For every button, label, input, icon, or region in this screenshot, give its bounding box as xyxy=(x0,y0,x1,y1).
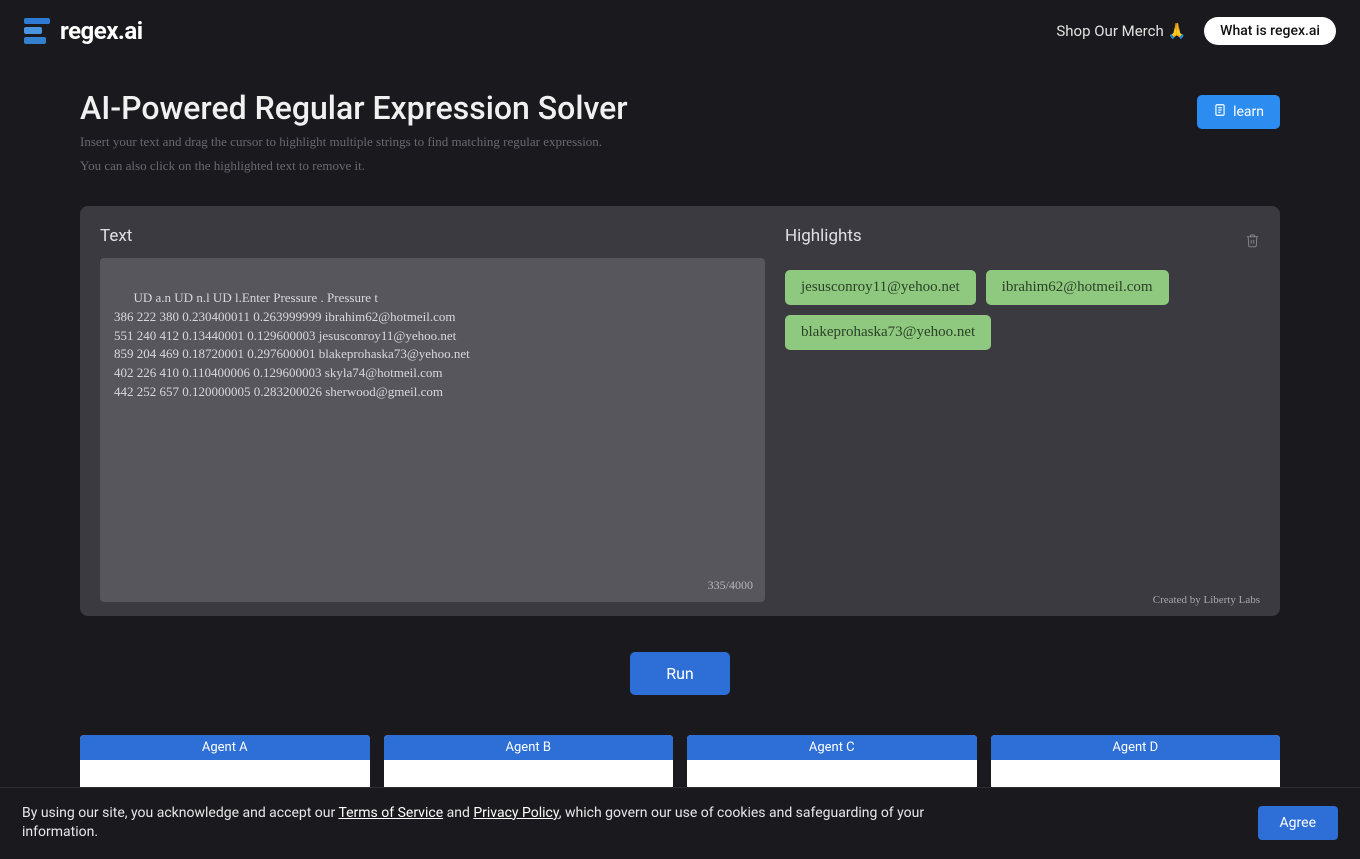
highlight-chip[interactable]: jesusconroy11@yehoo.net xyxy=(785,270,976,305)
text-label: Text xyxy=(100,226,765,246)
highlights-label: Highlights xyxy=(785,226,862,246)
what-is-button[interactable]: What is regex.ai xyxy=(1204,17,1336,45)
workspace-panel: Text UD a.n UD n.l UD l.Enter Pressure .… xyxy=(80,206,1280,616)
credit-text: Created by Liberty Labs xyxy=(1153,594,1260,606)
tos-link[interactable]: Terms of Service xyxy=(338,805,443,821)
agent-card-title: Agent A xyxy=(80,735,370,760)
page-title: AI-Powered Regular Expression Solver xyxy=(80,89,628,127)
hero-section: AI-Powered Regular Expression Solver Ins… xyxy=(0,61,1360,186)
cookie-prefix: By using our site, you acknowledge and a… xyxy=(22,805,338,821)
highlights-column: Highlights jesusconroy11@yehoo.net ibrah… xyxy=(785,226,1260,602)
highlight-chip[interactable]: ibrahim62@hotmeil.com xyxy=(986,270,1169,305)
agent-card-title: Agent B xyxy=(384,735,674,760)
agent-card-title: Agent D xyxy=(991,735,1281,760)
highlights-list: jesusconroy11@yehoo.net ibrahim62@hotmei… xyxy=(785,270,1260,350)
cookie-and: and xyxy=(443,805,473,821)
page-subtitle-line1: Insert your text and drag the cursor to … xyxy=(80,133,628,151)
agent-card-title: Agent C xyxy=(687,735,977,760)
cookie-text: By using our site, you acknowledge and a… xyxy=(22,804,942,843)
brand-logo[interactable]: regex.ai xyxy=(24,17,143,45)
char-counter: 335/4000 xyxy=(708,577,753,594)
trash-icon xyxy=(1245,232,1260,249)
document-icon xyxy=(1213,103,1227,121)
learn-button[interactable]: learn xyxy=(1197,95,1280,129)
hero-copy: AI-Powered Regular Expression Solver Ins… xyxy=(80,89,628,174)
clear-highlights-button[interactable] xyxy=(1245,232,1260,253)
text-input-content: UD a.n UD n.l UD l.Enter Pressure . Pres… xyxy=(114,290,470,399)
header-right: Shop Our Merch 🙏 What is regex.ai xyxy=(1056,17,1336,45)
agree-button[interactable]: Agree xyxy=(1258,806,1338,840)
shop-merch-link[interactable]: Shop Our Merch 🙏 xyxy=(1056,22,1186,40)
page-subtitle-line2: You can also click on the highlighted te… xyxy=(80,157,628,175)
learn-button-label: learn xyxy=(1233,104,1264,120)
cookie-banner: By using our site, you acknowledge and a… xyxy=(0,787,1360,859)
brand-text: regex.ai xyxy=(60,17,143,45)
text-input[interactable]: UD a.n UD n.l UD l.Enter Pressure . Pres… xyxy=(100,258,765,602)
header-bar: regex.ai Shop Our Merch 🙏 What is regex.… xyxy=(0,0,1360,61)
highlight-chip[interactable]: blakeprohaska73@yehoo.net xyxy=(785,315,991,350)
privacy-link[interactable]: Privacy Policy xyxy=(473,805,558,821)
run-button[interactable]: Run xyxy=(630,652,730,695)
logo-mark-icon xyxy=(24,18,50,44)
run-section: Run xyxy=(0,652,1360,695)
text-column: Text UD a.n UD n.l UD l.Enter Pressure .… xyxy=(100,226,765,602)
